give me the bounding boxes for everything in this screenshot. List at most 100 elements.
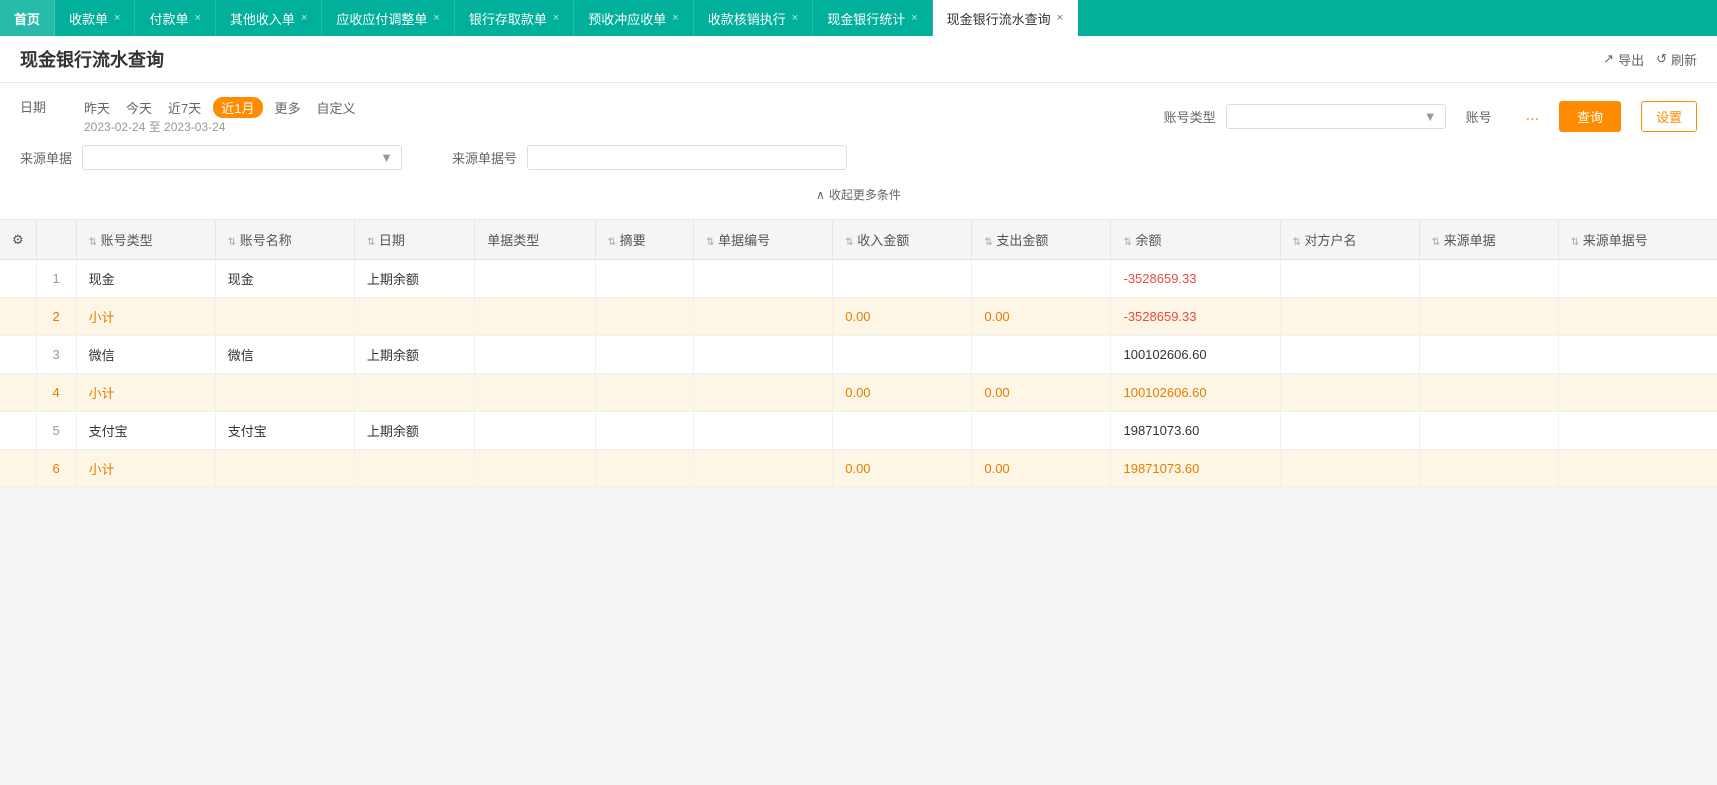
row-balance: 19871073.60 — [1111, 450, 1280, 488]
row-account-name: 微信 — [215, 336, 354, 374]
table-body: 1 现金 现金 上期余额 -3528659.33 2 小计 0.00 0.00 … — [0, 260, 1717, 488]
filter-row-1: 日期 昨天 今天 近7天 近1月 更多 自定义 2023-02-24 至 202… — [20, 97, 1697, 135]
account-type-filter-group: 账号类型 ▼ — [1164, 104, 1446, 129]
source-doc-select[interactable]: ▼ — [82, 145, 402, 170]
row-source-doc-num — [1558, 260, 1717, 298]
table-col-source-doc-num[interactable]: ⇅ 来源单据号 — [1558, 220, 1717, 260]
nav-tab-qitashouru[interactable]: 其他收入单 × — [216, 0, 322, 36]
nav-tab-label: 现金银行统计 — [827, 9, 905, 28]
nav-tab-label: 付款单 — [149, 9, 188, 28]
nav-tab-yinhangcunqu[interactable]: 银行存取款单 × — [455, 0, 574, 36]
nav-home[interactable]: 首页 — [0, 0, 55, 36]
row-income — [833, 336, 972, 374]
col-sort-icon: ⇅ — [706, 237, 714, 248]
close-icon[interactable]: × — [553, 12, 559, 24]
row-gear — [0, 412, 36, 450]
row-source-doc — [1419, 450, 1558, 488]
row-expense — [972, 260, 1111, 298]
date-shortcut-more[interactable]: 更多 — [271, 97, 305, 118]
table-col-account-name[interactable]: ⇅ 账号名称 — [215, 220, 354, 260]
header-actions: ↗ 导出 ↺ 刷新 — [1603, 50, 1697, 69]
row-doc-type — [475, 260, 595, 298]
close-icon[interactable]: × — [114, 12, 120, 24]
table-col-balance[interactable]: ⇅ 余额 — [1111, 220, 1280, 260]
row-expense: 0.00 — [972, 374, 1111, 412]
nav-tab-xianjinyinhang[interactable]: 现金银行统计 × — [813, 0, 932, 36]
close-icon[interactable]: × — [194, 12, 200, 24]
nav-tab-yushouzhong[interactable]: 预收冲应收单 × — [574, 0, 693, 36]
date-shortcut-yesterday[interactable]: 昨天 — [80, 97, 114, 118]
table-col-doc-num[interactable]: ⇅ 单据编号 — [694, 220, 833, 260]
col-sort-icon: ⇅ — [228, 237, 236, 248]
page-title: 现金银行流水查询 — [20, 46, 164, 72]
date-shortcut-7days[interactable]: 近7天 — [164, 97, 205, 118]
row-account-name: 现金 — [215, 260, 354, 298]
close-icon[interactable]: × — [911, 12, 917, 24]
table-row: 1 现金 现金 上期余额 -3528659.33 — [0, 260, 1717, 298]
collapse-filter-button[interactable]: ∧ 收起更多条件 — [20, 180, 1697, 205]
row-account-type: 小计 — [76, 374, 215, 412]
top-navigation: 首页 收款单 × 付款单 × 其他收入单 × 应收应付调整单 × 银行存取款单 … — [0, 0, 1717, 36]
close-icon[interactable]: × — [792, 12, 798, 24]
row-summary — [595, 412, 693, 450]
row-doc-type — [475, 298, 595, 336]
row-source-doc-num — [1558, 336, 1717, 374]
row-num: 1 — [36, 260, 76, 298]
nav-tab-liushui[interactable]: 现金银行流水查询 × — [933, 0, 1078, 36]
row-num: 2 — [36, 298, 76, 336]
gear-icon[interactable]: ⚙ — [12, 232, 24, 247]
nav-tab-shoukuan[interactable]: 收款单 × — [55, 0, 135, 36]
nav-tab-yingshouyingfu[interactable]: 应收应付调整单 × — [322, 0, 454, 36]
close-icon[interactable]: × — [672, 12, 678, 24]
row-num: 6 — [36, 450, 76, 488]
nav-tab-label: 应收应付调整单 — [336, 9, 427, 28]
table-header-row: ⚙ ⇅ 账号类型 ⇅ 账号名称 ⇅ 日期 单据类型 ⇅ 摘要 — [0, 220, 1717, 260]
collapse-up-icon: ∧ — [816, 188, 825, 202]
close-icon[interactable]: × — [433, 12, 439, 24]
row-doc-type — [475, 336, 595, 374]
table-col-income[interactable]: ⇅ 收入金额 — [833, 220, 972, 260]
table-col-counterparty[interactable]: ⇅ 对方户名 — [1280, 220, 1419, 260]
account-type-select[interactable]: ▼ — [1226, 104, 1446, 129]
row-doc-num — [694, 374, 833, 412]
source-doc-num-filter-group: 来源单据号 — [452, 145, 847, 170]
nav-tab-label: 银行存取款单 — [469, 9, 547, 28]
close-icon[interactable]: × — [301, 12, 307, 24]
page-header: 现金银行流水查询 ↗ 导出 ↺ 刷新 — [0, 36, 1717, 83]
date-shortcut-custom[interactable]: 自定义 — [313, 97, 360, 118]
settings-button[interactable]: 设置 — [1641, 101, 1697, 132]
refresh-button[interactable]: ↺ 刷新 — [1656, 50, 1697, 69]
data-table-container: ⚙ ⇅ 账号类型 ⇅ 账号名称 ⇅ 日期 单据类型 ⇅ 摘要 — [0, 220, 1717, 488]
date-shortcut-1month[interactable]: 近1月 — [213, 97, 262, 118]
account-more-button[interactable]: ... — [1526, 107, 1539, 125]
table-col-date[interactable]: ⇅ 日期 — [354, 220, 474, 260]
table-col-account-type[interactable]: ⇅ 账号类型 — [76, 220, 215, 260]
row-expense: 0.00 — [972, 450, 1111, 488]
nav-tab-shoukuanhexiao[interactable]: 收款核销执行 × — [694, 0, 813, 36]
row-date — [354, 298, 474, 336]
row-income: 0.00 — [833, 374, 972, 412]
row-account-type: 支付宝 — [76, 412, 215, 450]
source-doc-filter-group: 来源单据 ▼ — [20, 145, 402, 170]
nav-tab-fukuan[interactable]: 付款单 × — [135, 0, 215, 36]
nav-tab-label: 预收冲应收单 — [588, 9, 666, 28]
table-col-expense[interactable]: ⇅ 支出金额 — [972, 220, 1111, 260]
export-button[interactable]: ↗ 导出 — [1603, 50, 1644, 69]
source-doc-num-input[interactable] — [527, 145, 847, 170]
row-summary — [595, 260, 693, 298]
date-shortcut-today[interactable]: 今天 — [122, 97, 156, 118]
row-summary — [595, 374, 693, 412]
row-date: 上期余额 — [354, 260, 474, 298]
table-col-summary[interactable]: ⇅ 摘要 — [595, 220, 693, 260]
row-date: 上期余额 — [354, 412, 474, 450]
table-col-source-doc[interactable]: ⇅ 来源单据 — [1419, 220, 1558, 260]
table-col-gear[interactable]: ⚙ — [0, 220, 36, 260]
close-icon[interactable]: × — [1057, 12, 1063, 24]
date-filter-group: 日期 昨天 今天 近7天 近1月 更多 自定义 2023-02-24 至 202… — [20, 97, 360, 135]
row-balance: 19871073.60 — [1111, 412, 1280, 450]
row-gear — [0, 374, 36, 412]
query-button[interactable]: 查询 — [1559, 101, 1621, 132]
date-range-display: 2023-02-24 至 2023-03-24 — [84, 118, 360, 135]
row-counterparty — [1280, 374, 1419, 412]
nav-tab-label: 现金银行流水查询 — [947, 9, 1051, 28]
